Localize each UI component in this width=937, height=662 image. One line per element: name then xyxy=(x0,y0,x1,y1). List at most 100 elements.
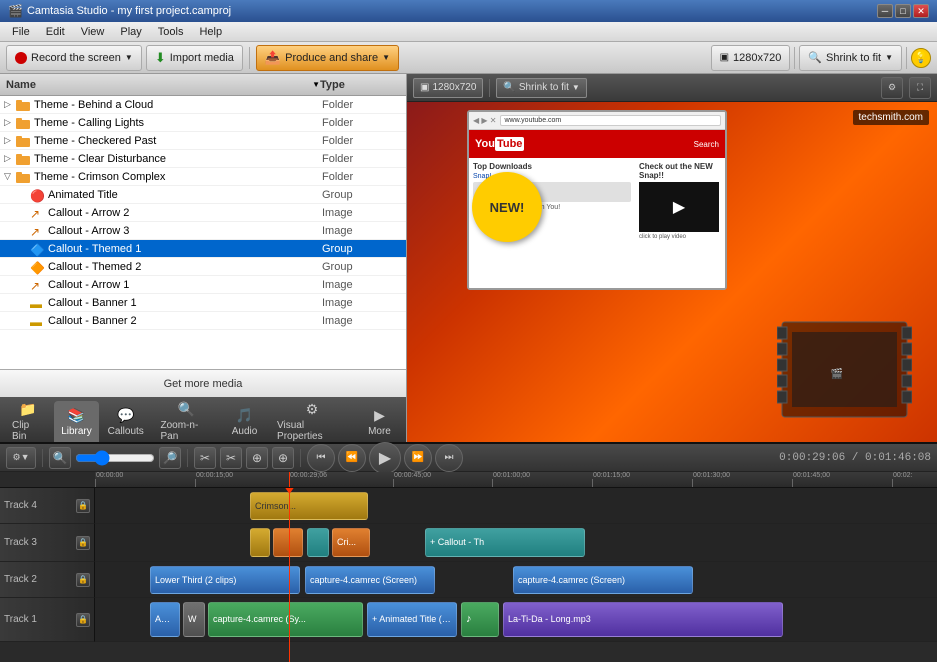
track3-lock-button[interactable]: 🔒 xyxy=(76,536,90,550)
title-controls: ─ □ ✕ xyxy=(877,4,929,18)
resolution-button[interactable]: ▣ 1280x720 xyxy=(711,45,791,71)
rewind-button[interactable]: ⏪ xyxy=(338,444,366,472)
produce-button[interactable]: 📤 Produce and share ▼ xyxy=(256,45,399,71)
record-button[interactable]: Record the screen ▼ xyxy=(6,45,142,71)
list-item[interactable]: ▬ Callout - Banner 2 Image xyxy=(0,312,406,330)
tl-search-icon: 🔍 xyxy=(49,447,71,469)
preview-fit-button[interactable]: 🔍 Shrink to fit ▼ xyxy=(496,78,586,98)
image-icon: ↗ xyxy=(30,207,44,219)
column-type-label: Type xyxy=(320,79,400,91)
clip[interactable]: capture-4.camrec (Screen) xyxy=(513,566,693,594)
list-item[interactable]: 🔴 Animated Title Group xyxy=(0,186,406,204)
import-media-button[interactable]: ⬇ Import media xyxy=(146,45,243,71)
fit-button[interactable]: 🔍 Shrink to fit ▼ xyxy=(799,45,902,71)
preview-resolution-button[interactable]: ▣ 1280x720 xyxy=(413,78,483,98)
track1-lock-button[interactable]: 🔒 xyxy=(76,613,90,627)
menu-file[interactable]: File xyxy=(4,24,38,40)
clip[interactable]: ♪ xyxy=(461,602,499,636)
tl-search-button[interactable]: 🔎 xyxy=(159,447,181,469)
clip[interactable]: + Callout - Th xyxy=(425,528,585,558)
timeline-toolbar: ⚙▼ 🔍 🔎 ✂ ✂ ⊕ ⊕ ⏮ ⏪ ▶ ⏩ ⏭ 0:00:29:06 / 0:… xyxy=(0,444,937,472)
library-icon: 📚 xyxy=(68,407,85,424)
close-button[interactable]: ✕ xyxy=(913,4,929,18)
maximize-button[interactable]: □ xyxy=(895,4,911,18)
clip[interactable] xyxy=(250,528,270,558)
panel-header: Name ▼ Type xyxy=(0,74,406,96)
app-icon: 🎬 xyxy=(8,4,23,18)
list-item[interactable]: ▬ Callout - Banner 1 Image xyxy=(0,294,406,312)
tab-callouts[interactable]: 💬 Callouts xyxy=(101,401,151,442)
list-item[interactable]: ↗ Callout - Arrow 1 Image xyxy=(0,276,406,294)
list-item[interactable]: ▷ Theme - Checkered Past Folder xyxy=(0,132,406,150)
preview-content: 🎬 ◀ ▶ ✕ www.youtube.com YouTube xyxy=(407,102,937,442)
list-item[interactable]: ▷ Theme - Calling Lights Folder xyxy=(0,114,406,132)
menu-play[interactable]: Play xyxy=(112,24,149,40)
list-item[interactable]: 🔶 Callout - Themed 2 Group xyxy=(0,258,406,276)
clip[interactable] xyxy=(307,528,329,558)
tl-undo-button[interactable]: ✂ xyxy=(194,447,216,469)
tab-zoom-n-pan[interactable]: 🔍 Zoom-n-Pan xyxy=(152,401,220,442)
clip[interactable] xyxy=(273,528,303,558)
track4-lock-button[interactable]: 🔒 xyxy=(76,499,90,513)
main-toolbar: Record the screen ▼ ⬇ Import media 📤 Pro… xyxy=(0,42,937,74)
minimize-button[interactable]: ─ xyxy=(877,4,893,18)
title-bar-title: 🎬 Camtasia Studio - my first project.cam… xyxy=(8,4,231,18)
fit-arrow-icon: ▼ xyxy=(572,83,580,92)
timeline-zoom-slider[interactable] xyxy=(75,451,155,465)
tl-copy-button[interactable]: ⊕ xyxy=(246,447,268,469)
clip[interactable]: La-Ti-Da - Long.mp3 xyxy=(503,602,783,636)
play-pause-button[interactable]: ▶ xyxy=(369,442,401,474)
goto-end-button[interactable]: ⏭ xyxy=(435,444,463,472)
menu-edit[interactable]: Edit xyxy=(38,24,73,40)
tl-paste-button[interactable]: ⊕ xyxy=(272,447,294,469)
audio-icon: 🎵 xyxy=(236,407,253,424)
timeline-settings-button[interactable]: ⚙▼ xyxy=(6,447,36,469)
clip[interactable]: Cri... xyxy=(332,528,370,558)
track1-header: Track 1 🔒 xyxy=(0,598,95,642)
menu-help[interactable]: Help xyxy=(191,24,230,40)
preview-fullscreen-button[interactable]: ⛶ xyxy=(909,77,931,99)
toolbar-separator-3 xyxy=(906,47,907,69)
preview-mock: 🎬 ◀ ▶ ✕ www.youtube.com YouTube xyxy=(407,102,937,442)
menu-tools[interactable]: Tools xyxy=(150,24,192,40)
clip[interactable]: W xyxy=(183,602,205,636)
produce-arrow: ▼ xyxy=(382,53,390,62)
preview-sep xyxy=(489,79,490,97)
clip[interactable]: Lower Third (2 clips) xyxy=(150,566,300,594)
menu-view[interactable]: View xyxy=(73,24,113,40)
list-item[interactable]: ▽ Theme - Crimson Complex Folder xyxy=(0,168,406,186)
tl-cut-button[interactable]: ✂ xyxy=(220,447,242,469)
menu-bar: File Edit View Play Tools Help xyxy=(0,22,937,42)
fast-forward-button[interactable]: ⏩ xyxy=(404,444,432,472)
tab-clip-bin[interactable]: 📁 Clip Bin xyxy=(4,401,52,442)
clip[interactable]: + Animated Title (2 c... xyxy=(367,602,457,636)
tl-separator-3 xyxy=(300,449,301,467)
clip[interactable]: Crimson... xyxy=(250,492,368,520)
tab-library[interactable]: 📚 Library xyxy=(54,401,99,442)
goto-start-button[interactable]: ⏮ xyxy=(307,444,335,472)
image-icon: ↗ xyxy=(30,279,44,291)
clip[interactable]: Anim xyxy=(150,602,180,636)
left-panel: Name ▼ Type ▷ Theme - Behind a Cloud Fol… xyxy=(0,74,407,442)
track2-lock-button[interactable]: 🔒 xyxy=(76,573,90,587)
get-more-button[interactable]: Get more media xyxy=(0,369,406,397)
tracks-with-clips: Crimson... Cri... + Callout - Th xyxy=(95,488,937,662)
clip[interactable]: capture-4.camrec (Screen) xyxy=(305,566,435,594)
tab-audio[interactable]: 🎵 Audio xyxy=(222,401,267,442)
tab-more[interactable]: ▶ More xyxy=(357,401,402,442)
list-item[interactable]: ▷ Theme - Clear Disturbance Folder xyxy=(0,150,406,168)
folder-icon xyxy=(16,135,30,147)
group-icon: 🔶 xyxy=(30,261,44,273)
film-strip-decoration: 🎬 xyxy=(777,317,912,422)
time-display: 0:00:29:06 / 0:01:46:08 xyxy=(779,452,931,464)
list-item[interactable]: ↗ Callout - Arrow 3 Image xyxy=(0,222,406,240)
tab-visual-properties[interactable]: ⚙ Visual Properties xyxy=(269,401,355,442)
expand-icon: ▽ xyxy=(4,171,16,182)
preview-settings-button[interactable]: ⚙ xyxy=(881,77,903,99)
list-item-selected[interactable]: 🔷 Callout - Themed 1 Group xyxy=(0,240,406,258)
list-item[interactable]: ↗ Callout - Arrow 2 Image xyxy=(0,204,406,222)
track4-content: Crimson... xyxy=(95,488,937,524)
main-area: Name ▼ Type ▷ Theme - Behind a Cloud Fol… xyxy=(0,74,937,442)
list-item[interactable]: ▷ Theme - Behind a Cloud Folder xyxy=(0,96,406,114)
clip[interactable]: capture-4.camrec (Sy... xyxy=(208,602,363,636)
